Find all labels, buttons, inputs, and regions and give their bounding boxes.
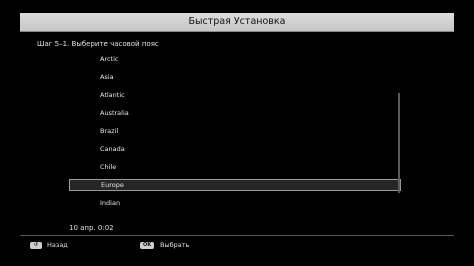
list-scrollbar[interactable] <box>398 93 400 193</box>
timezone-item-label: Canada <box>100 145 125 153</box>
footer-divider <box>20 235 454 236</box>
timezone-item-label: Arctic <box>100 55 119 63</box>
timezone-item-brazil[interactable]: Brazil <box>69 125 401 137</box>
timezone-item-chile[interactable]: Chile <box>69 161 401 173</box>
timezone-list: Arctic Asia Atlantic Australia Brazil Ca… <box>69 50 401 220</box>
window-title: Быстрая Установка <box>20 13 454 32</box>
timezone-item-arctic[interactable]: Arctic <box>69 53 401 65</box>
timezone-item-indian[interactable]: Indian <box>69 197 401 209</box>
timezone-item-label: Brazil <box>100 127 119 135</box>
step-label: Шаг 5–1. Выберите часовой пояс <box>37 40 159 48</box>
date-time: 10 апр. 0:02 <box>69 224 114 232</box>
back-key-icon[interactable]: ↺ <box>30 242 42 249</box>
timezone-item-europe[interactable]: Europe <box>69 179 401 191</box>
timezone-item-label: Europe <box>101 181 124 189</box>
quick-setup-screen: Быстрая Установка Шаг 5–1. Выберите часо… <box>0 0 474 266</box>
timezone-item-atlantic[interactable]: Atlantic <box>69 89 401 101</box>
timezone-item-label: Chile <box>100 163 117 171</box>
timezone-item-label: Asia <box>100 73 114 81</box>
timezone-item-asia[interactable]: Asia <box>69 71 401 83</box>
timezone-item-australia[interactable]: Australia <box>69 107 401 119</box>
ok-key-icon[interactable]: OK <box>140 242 154 249</box>
timezone-item-label: Indian <box>100 199 121 207</box>
timezone-item-label: Australia <box>100 109 129 117</box>
back-label: Назад <box>47 241 68 249</box>
timezone-item-label: Atlantic <box>100 91 125 99</box>
timezone-item-canada[interactable]: Canada <box>69 143 401 155</box>
select-label: Выбрать <box>160 241 190 249</box>
